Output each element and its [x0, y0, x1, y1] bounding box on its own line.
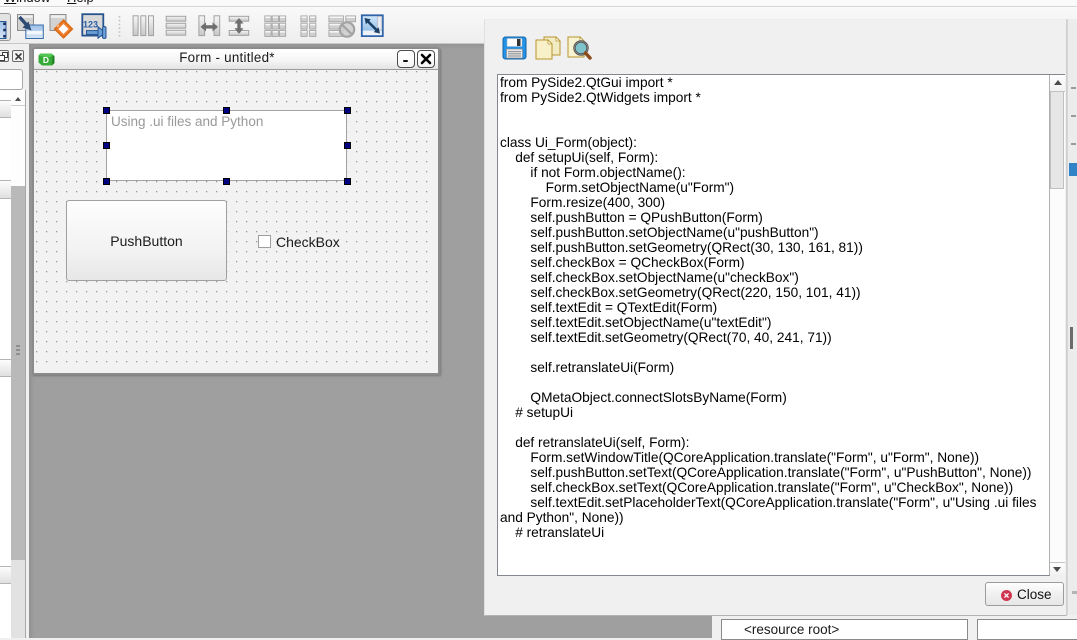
svg-text:123: 123: [83, 20, 98, 30]
